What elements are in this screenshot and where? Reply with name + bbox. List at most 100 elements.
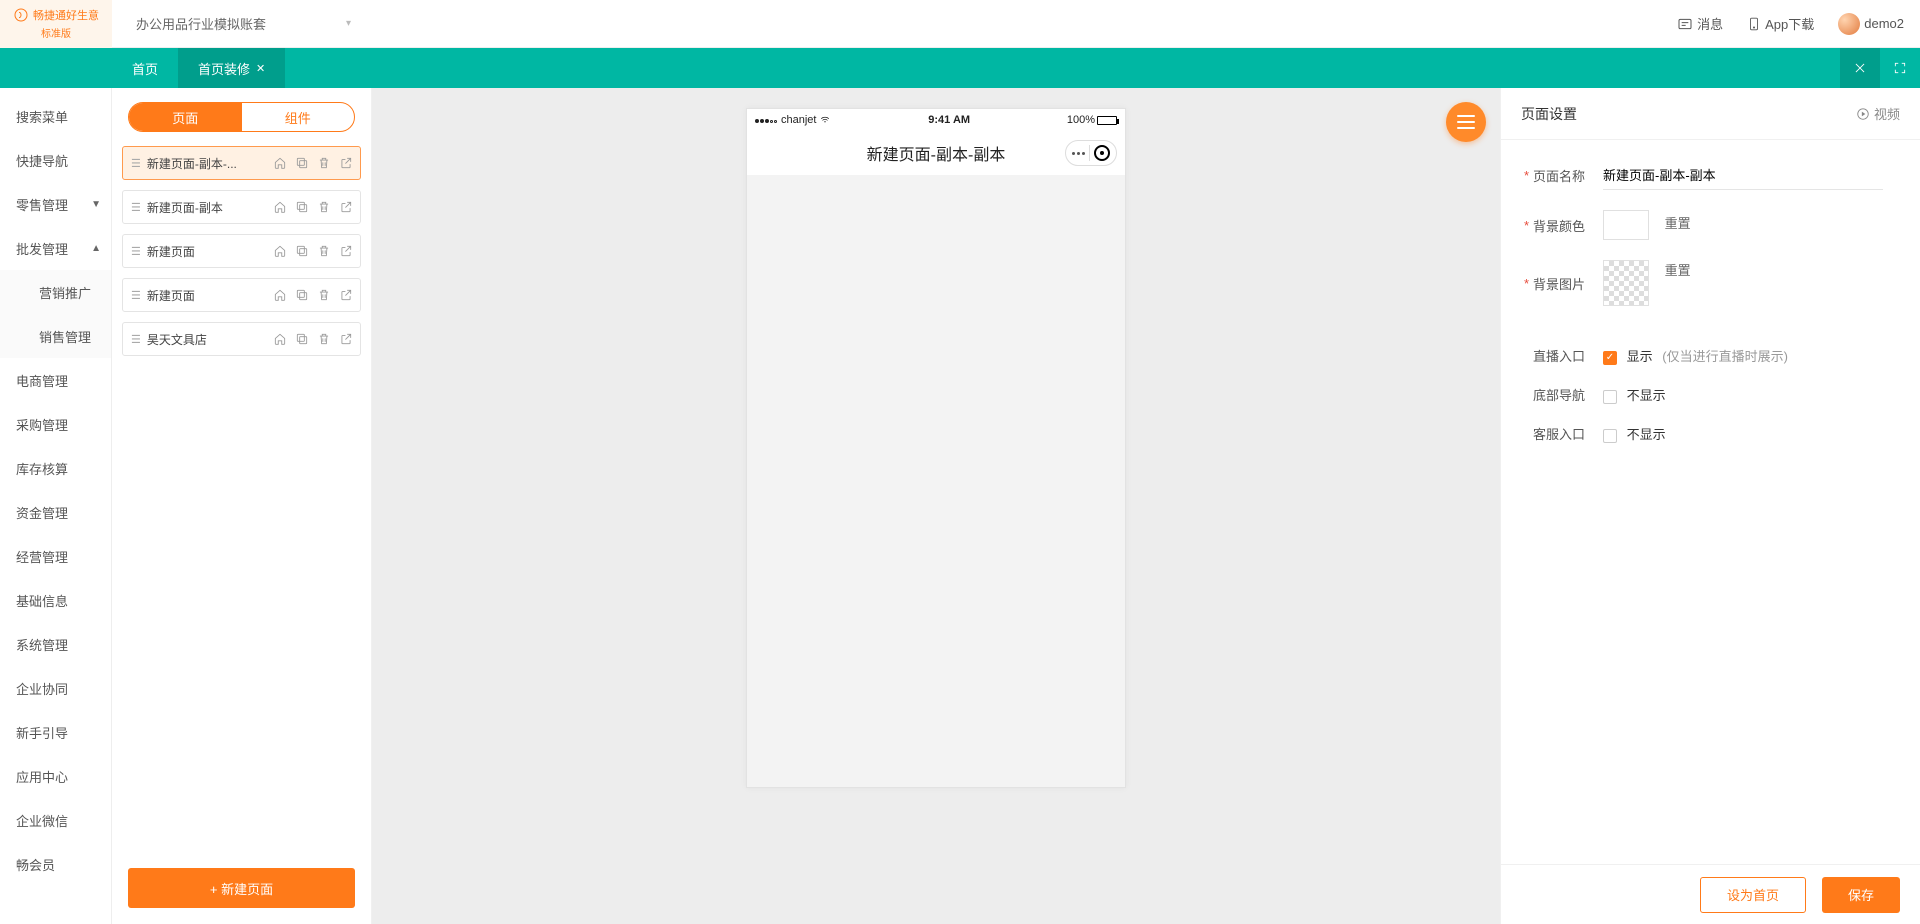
sidebar-item-label: 零售管理 [16, 195, 68, 214]
tab-close-button[interactable] [1840, 48, 1880, 88]
page-item[interactable]: ☰ 昊天文具店 [122, 322, 361, 356]
bg-image-swatch[interactable] [1603, 260, 1649, 306]
set-home-button[interactable]: 设为首页 [1700, 877, 1806, 913]
save-button[interactable]: 保存 [1822, 877, 1900, 913]
home-icon[interactable] [272, 155, 288, 171]
home-icon[interactable] [272, 287, 288, 303]
page-item[interactable]: ☰ 新建页面 [122, 234, 361, 268]
bottom-nav-label: 底部导航 [1533, 385, 1603, 404]
fullscreen-icon [1893, 61, 1907, 75]
home-icon[interactable] [272, 199, 288, 215]
bottom-nav-checkbox[interactable] [1603, 390, 1617, 404]
sidebar-item-wholesale[interactable]: 批发管理▲ [0, 226, 111, 270]
user-menu[interactable]: demo2 [1838, 13, 1904, 35]
video-label: 视频 [1874, 104, 1900, 123]
tab-label: 首页 [132, 59, 158, 78]
sidebar-item-ecommerce[interactable]: 电商管理 [0, 358, 111, 402]
phone-icon [1747, 16, 1761, 32]
delete-icon[interactable] [316, 331, 332, 347]
panel-toggle-fab[interactable] [1446, 102, 1486, 142]
page-item[interactable]: ☰ 新建页面 [122, 278, 361, 312]
app-download-link[interactable]: App下载 [1747, 14, 1814, 33]
tab-label: 首页装修 [198, 59, 250, 78]
page-item[interactable]: ☰ 新建页面-副本 [122, 190, 361, 224]
delete-icon[interactable] [316, 155, 332, 171]
phone-page-title: 新建页面-副本-副本 [867, 141, 1006, 165]
drag-handle-icon[interactable]: ☰ [131, 201, 141, 214]
sidebar-item-purchase[interactable]: 采购管理 [0, 402, 111, 446]
sidebar-item-label: 快捷导航 [16, 151, 68, 170]
delete-icon[interactable] [316, 287, 332, 303]
drag-handle-icon[interactable]: ☰ [131, 289, 141, 302]
sidebar-item-collab[interactable]: 企业协同 [0, 666, 111, 710]
tab-home[interactable]: 首页 [112, 48, 178, 88]
phone-statusbar: chanjet 9:41 AM 100% [747, 109, 1125, 131]
share-icon[interactable] [338, 243, 354, 259]
copy-icon[interactable] [294, 331, 310, 347]
home-icon[interactable] [272, 243, 288, 259]
sidebar-item-inventory[interactable]: 库存核算 [0, 446, 111, 490]
message-icon [1677, 16, 1693, 32]
new-page-label: + 新建页面 [210, 879, 273, 898]
sidebar-item-retail[interactable]: 零售管理▼ [0, 182, 111, 226]
service-entry-checkbox[interactable] [1603, 429, 1617, 443]
page-item[interactable]: ☰ 新建页面-副本-... [122, 146, 361, 180]
sidebar-item-funds[interactable]: 资金管理 [0, 490, 111, 534]
drag-handle-icon[interactable]: ☰ [131, 157, 141, 170]
account-picker[interactable]: 办公用品行业模拟账套 ▾ [136, 14, 351, 33]
copy-icon[interactable] [294, 199, 310, 215]
tab-page-decor[interactable]: 首页装修 ✕ [178, 48, 285, 88]
page-item-name: 新建页面 [147, 243, 266, 260]
sidebar-item-apps[interactable]: 应用中心 [0, 754, 111, 798]
sidebar-item-label: 基础信息 [16, 591, 68, 610]
drag-handle-icon[interactable]: ☰ [131, 245, 141, 258]
sidebar-item-label: 采购管理 [16, 415, 68, 434]
share-icon[interactable] [338, 331, 354, 347]
sidebar-sub-marketing[interactable]: 营销推广 [0, 270, 111, 314]
close-icon [1853, 61, 1867, 75]
page-name-input[interactable] [1603, 160, 1883, 190]
phone-body[interactable] [747, 175, 1125, 787]
sidebar-item-member[interactable]: 畅会员 [0, 842, 111, 886]
bg-image-reset[interactable]: 重置 [1665, 263, 1691, 278]
bg-color-swatch[interactable] [1603, 210, 1649, 240]
page-list: ☰ 新建页面-副本-... ☰ 新建页面-副本 ☰ 新建页面 ☰ 新建页面 [112, 146, 371, 868]
delete-icon[interactable] [316, 199, 332, 215]
live-entry-hint: (仅当进行直播时展示) [1662, 349, 1788, 364]
messages-link[interactable]: 消息 [1677, 14, 1723, 33]
sidebar-item-wechat[interactable]: 企业微信 [0, 798, 111, 842]
video-help-link[interactable]: 视频 [1856, 104, 1900, 123]
tabstrip: 首页 首页装修 ✕ [0, 48, 1920, 88]
live-entry-checkbox[interactable]: ✓ [1603, 351, 1617, 365]
sidebar-item-quicknav[interactable]: 快捷导航 [0, 138, 111, 182]
fullscreen-button[interactable] [1880, 48, 1920, 88]
pill-tab-page[interactable]: 页面 [129, 103, 242, 131]
menu-icon [1457, 121, 1475, 123]
close-icon[interactable]: ✕ [256, 62, 265, 75]
sidebar-sub-sales[interactable]: 销售管理 [0, 314, 111, 358]
copy-icon[interactable] [294, 287, 310, 303]
miniapp-capsule[interactable] [1065, 140, 1117, 166]
pill-tab-component[interactable]: 组件 [242, 103, 355, 131]
share-icon[interactable] [338, 287, 354, 303]
new-page-button[interactable]: + 新建页面 [128, 868, 355, 908]
share-icon[interactable] [338, 155, 354, 171]
share-icon[interactable] [338, 199, 354, 215]
copy-icon[interactable] [294, 243, 310, 259]
user-name: demo2 [1864, 16, 1904, 31]
sidebar-item-business[interactable]: 经营管理 [0, 534, 111, 578]
sidebar: 搜索菜单 快捷导航 零售管理▼ 批发管理▲ 营销推广 销售管理 电商管理 采购管… [0, 88, 112, 924]
home-icon[interactable] [272, 331, 288, 347]
brand-name: 畅捷通好生意 [33, 7, 99, 23]
chevron-down-icon: ▾ [346, 18, 351, 29]
drag-handle-icon[interactable]: ☰ [131, 333, 141, 346]
sidebar-item-guide[interactable]: 新手引导 [0, 710, 111, 754]
carrier-label: chanjet [781, 114, 816, 126]
copy-icon[interactable] [294, 155, 310, 171]
service-entry-text: 不显示 [1627, 427, 1666, 442]
delete-icon[interactable] [316, 243, 332, 259]
bg-color-reset[interactable]: 重置 [1665, 216, 1691, 231]
sidebar-item-search[interactable]: 搜索菜单 [0, 94, 111, 138]
sidebar-item-system[interactable]: 系统管理 [0, 622, 111, 666]
sidebar-item-basic[interactable]: 基础信息 [0, 578, 111, 622]
